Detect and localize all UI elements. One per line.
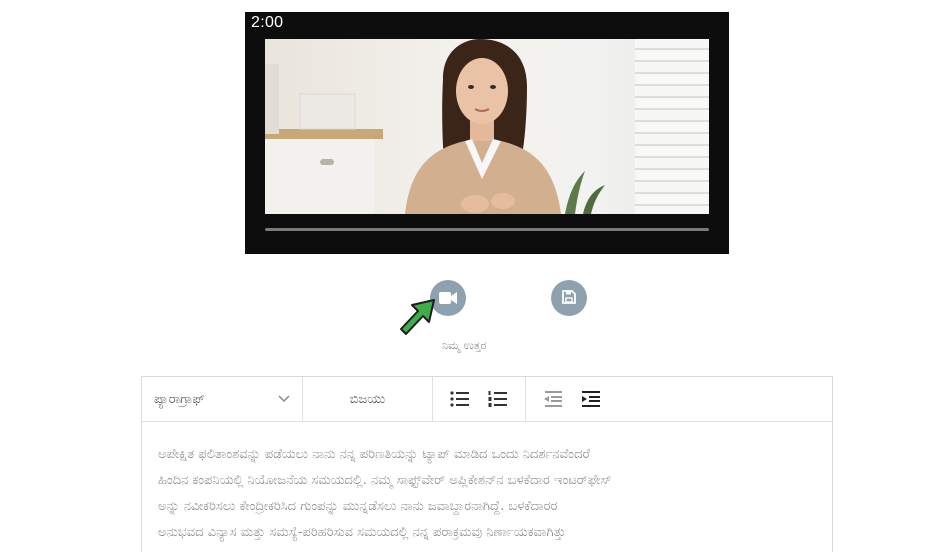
video-progress-bar[interactable]: [265, 228, 709, 231]
outdent-icon[interactable]: [542, 388, 564, 410]
editor-line: ಅಪೇಕ್ಷಿತ ಫಲಿತಾಂಶವನ್ನು ಪಡೆಯಲು ನಾನು ನನ್ನ ಪ…: [158, 447, 590, 462]
answer-editor[interactable]: ಪ್ಯಾರಾಗ್ರಾಫ್ ಬಿಜಯು ಅಪೇಕ್ಷಿತ ಫಲಿತಾಂಶವನ್ನು…: [141, 376, 833, 552]
answer-label: ನಿಮ್ಮ ಉತ್ತರ: [442, 339, 487, 352]
numbered-list-icon[interactable]: [487, 388, 509, 410]
indent-buttons: [526, 377, 618, 421]
editor-content[interactable]: ಅಪೇಕ್ಷಿತ ಫಲಿತಾಂಶವನ್ನು ಪಡೆಯಲು ನಾನು ನನ್ನ ಪ…: [142, 422, 832, 546]
paragraph-format-dropdown[interactable]: ಪ್ಯಾರಾಗ್ರಾಫ್: [142, 377, 303, 421]
save-answer-button[interactable]: [551, 280, 587, 316]
editor-line: ಅನುಭವದ ವಿನ್ಯಾಸ ಮತ್ತು ಸಮಸ್ಯೆ-ಪರಿಹರಿಸುವ ಸಮ…: [158, 525, 566, 540]
video-time-display: 2:00: [251, 14, 284, 31]
pointer-arrow-icon: [396, 296, 440, 344]
editor-line: ಹಿಂದಿನ ಕಂಪನಿಯಲ್ಲಿ ನಿಯೋಜನೆಯ ಸಮಯದಲ್ಲಿ. ನಮ್…: [158, 473, 612, 488]
video-camera-icon: [439, 289, 457, 308]
video-frame-image: [265, 39, 709, 214]
editor-line: ಅನ್ನು ನವೀಕರಿಸಲು ಕೇಂದ್ರೀಕರಿಸಿದ ಗುಂಪನ್ನು ಮ…: [158, 499, 558, 514]
editor-toolbar: ಪ್ಯಾರಾಗ್ರಾಫ್ ಬಿಜಯು: [142, 377, 832, 422]
chevron-down-icon: [278, 392, 290, 407]
video-player[interactable]: 2:00: [245, 12, 729, 254]
paragraph-format-label: ಪ್ಯಾರಾಗ್ರಾಫ್: [154, 391, 205, 407]
bold-italic-underline-label: ಬಿಜಯು: [349, 391, 386, 407]
indent-icon[interactable]: [580, 388, 602, 410]
bulleted-list-icon[interactable]: [449, 388, 471, 410]
list-buttons: [433, 377, 526, 421]
floppy-disk-icon: [562, 289, 576, 308]
bold-italic-underline-button[interactable]: ಬಿಜಯು: [303, 377, 433, 421]
